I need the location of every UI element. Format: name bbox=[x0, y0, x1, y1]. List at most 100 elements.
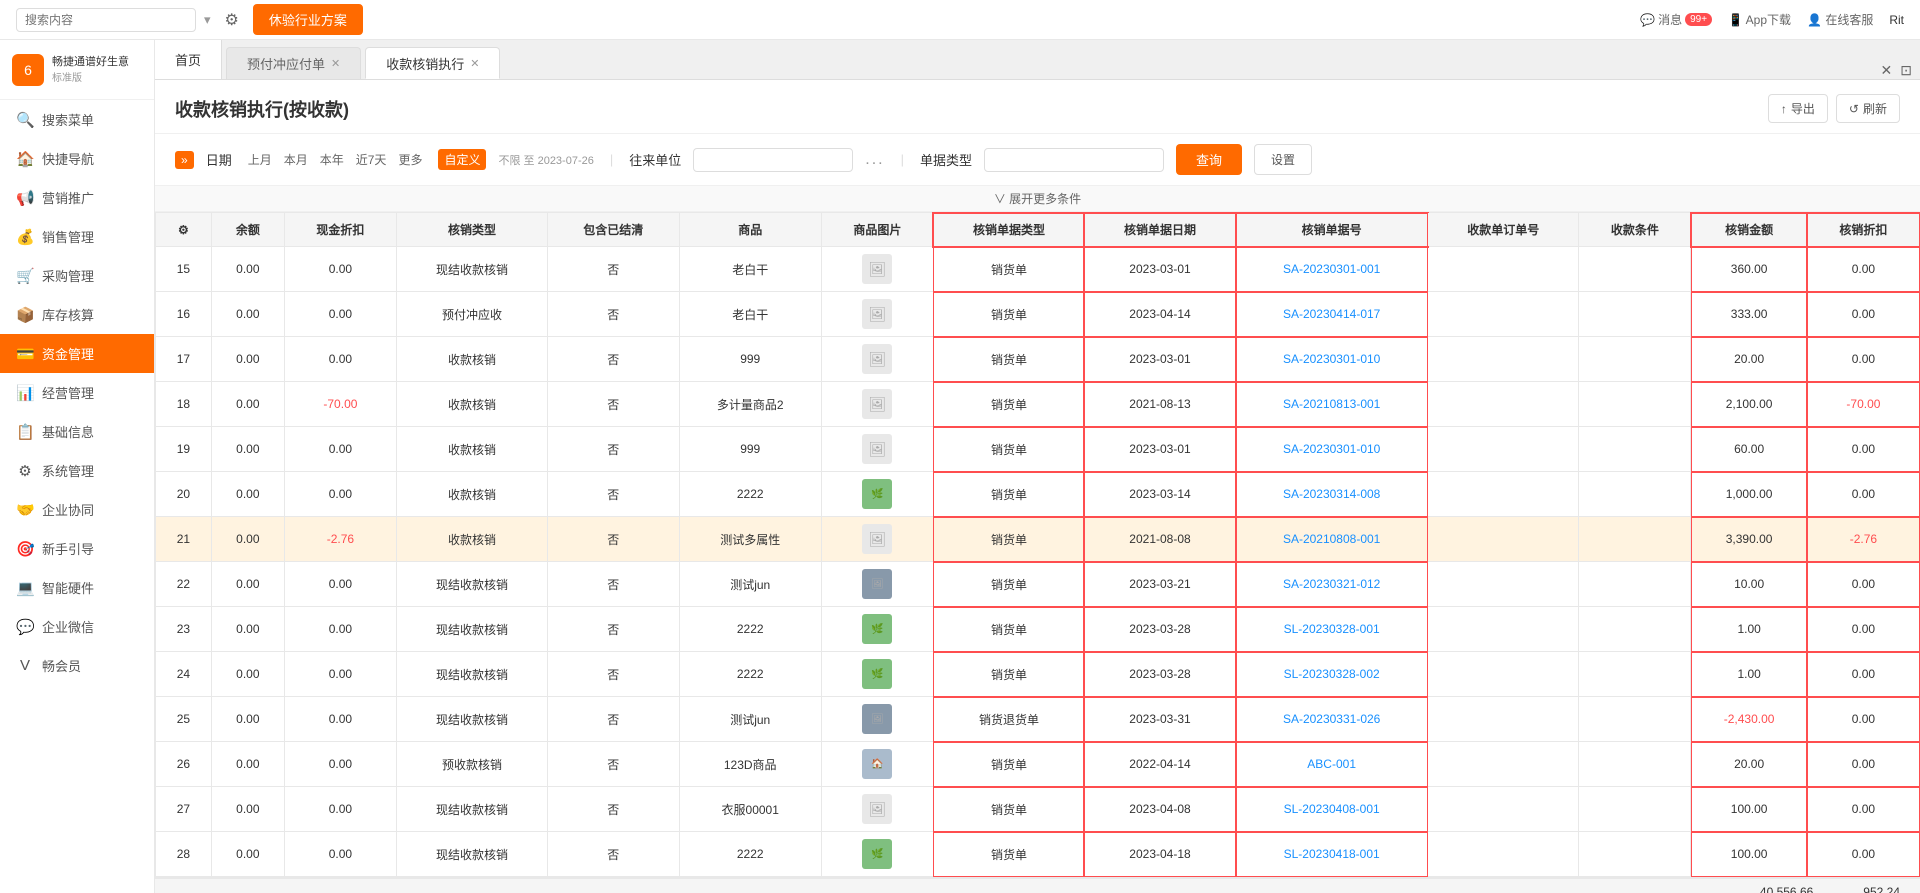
date-7days[interactable]: 近7天 bbox=[352, 149, 391, 170]
system-icon: ⚙ bbox=[16, 462, 34, 480]
date-last-month[interactable]: 上月 bbox=[244, 149, 276, 170]
cell-writeoff-type: 预付冲应收 bbox=[396, 292, 547, 337]
doc-no-link[interactable]: ABC-001 bbox=[1307, 757, 1356, 771]
cell-writeoff-amount: 100.00 bbox=[1691, 787, 1807, 832]
refresh-button[interactable]: ↺ 刷新 bbox=[1836, 94, 1900, 123]
doc-no-link[interactable]: SA-20230414-017 bbox=[1283, 307, 1380, 321]
cell-writeoff-type: 预收款核销 bbox=[396, 742, 547, 787]
message-section[interactable]: 💬 消息 99+ bbox=[1640, 11, 1712, 28]
cell-balance: 0.00 bbox=[211, 607, 284, 652]
cell-writeoff-discount: -2.76 bbox=[1807, 517, 1919, 562]
table-area: ⚙ 余额 现金折扣 核销类型 包含已结清 商品 商品图片 核销单据类型 核销单据… bbox=[155, 212, 1920, 893]
cell-include-settled: 否 bbox=[547, 697, 679, 742]
sidebar-item-hardware[interactable]: 💻智能硬件 bbox=[0, 568, 154, 607]
cell-writeoff-type: 收款核销 bbox=[396, 337, 547, 382]
sidebar-item-operation[interactable]: 📊经营管理 bbox=[0, 373, 154, 412]
settings-button[interactable]: 设置 bbox=[1254, 144, 1312, 175]
cell-writeoff-amount: 360.00 bbox=[1691, 247, 1807, 292]
doc-no-link[interactable]: SL-20230328-002 bbox=[1284, 667, 1380, 681]
solution-button[interactable]: 休验行业方案 bbox=[253, 4, 363, 35]
cell-cash-discount: 0.00 bbox=[284, 247, 396, 292]
tab-collection-close[interactable]: ✕ bbox=[470, 57, 479, 70]
doc-no-link[interactable]: SA-20230314-008 bbox=[1283, 487, 1380, 501]
sidebar-item-marketing[interactable]: 📢营销推广 bbox=[0, 178, 154, 217]
cell-receipt-order-no bbox=[1428, 247, 1579, 292]
app-download-link[interactable]: 📱 App下载 bbox=[1728, 11, 1791, 28]
tab-collection[interactable]: 收款核销执行 ✕ bbox=[365, 47, 500, 79]
tab-prepay-close[interactable]: ✕ bbox=[331, 57, 340, 70]
sidebar-item-system[interactable]: ⚙系统管理 bbox=[0, 451, 154, 490]
cell-doc-no: SA-20230301-010 bbox=[1236, 337, 1428, 382]
date-more[interactable]: 更多 bbox=[394, 149, 426, 170]
table-row: 28 0.00 0.00 现结收款核销 否 2222 🌿 销货单 2023-04… bbox=[156, 832, 1920, 877]
date-this-month[interactable]: 本月 bbox=[280, 149, 312, 170]
table-row: 17 0.00 0.00 收款核销 否 999 🖼 销货单 2023-03-01… bbox=[156, 337, 1920, 382]
cell-doc-no: SA-20230301-001 bbox=[1236, 247, 1428, 292]
filter-separator-2: | bbox=[901, 152, 904, 167]
doc-no-link[interactable]: SA-20210808-001 bbox=[1283, 532, 1380, 546]
sidebar-item-sales[interactable]: 💰销售管理 bbox=[0, 217, 154, 256]
cell-balance: 0.00 bbox=[211, 517, 284, 562]
filter-unit-input[interactable] bbox=[693, 148, 853, 172]
sidebar-item-purchase[interactable]: 🛒采购管理 bbox=[0, 256, 154, 295]
filter-receipt-type-select[interactable] bbox=[984, 148, 1164, 172]
filter-expand-button[interactable]: » bbox=[175, 151, 194, 169]
doc-no-link[interactable]: SL-20230418-001 bbox=[1284, 847, 1380, 861]
doc-no-link[interactable]: SL-20230408-001 bbox=[1284, 802, 1380, 816]
cell-id: 25 bbox=[156, 697, 212, 742]
cell-writeoff-type: 现结收款核销 bbox=[396, 697, 547, 742]
cell-receipt-order-no bbox=[1428, 652, 1579, 697]
corp-icon: 🤝 bbox=[16, 501, 34, 519]
sidebar-item-search[interactable]: 🔍搜索菜单 bbox=[0, 100, 154, 139]
col-goods-image: 商品图片 bbox=[821, 213, 933, 247]
page-actions: ↑ 导出 ↺ 刷新 bbox=[1768, 94, 1900, 123]
tab-expand-btn[interactable]: ⊡ bbox=[1900, 62, 1912, 79]
sidebar-item-finance[interactable]: 💳资金管理 bbox=[0, 334, 154, 373]
cell-doc-type: 销货单 bbox=[933, 382, 1084, 427]
date-this-year[interactable]: 本年 bbox=[316, 149, 348, 170]
tab-prepay[interactable]: 预付冲应付单 ✕ bbox=[226, 47, 361, 79]
refresh-icon: ↺ bbox=[1849, 102, 1859, 116]
doc-no-link[interactable]: SA-20210813-001 bbox=[1283, 397, 1380, 411]
doc-no-link[interactable]: SL-20230328-001 bbox=[1284, 622, 1380, 636]
doc-no-link[interactable]: SA-20230301-010 bbox=[1283, 352, 1380, 366]
doc-no-link[interactable]: SA-20230301-010 bbox=[1283, 442, 1380, 456]
sidebar-item-basic[interactable]: 📋基础信息 bbox=[0, 412, 154, 451]
cell-doc-no: ABC-001 bbox=[1236, 742, 1428, 787]
cell-doc-no: SA-20230331-026 bbox=[1236, 697, 1428, 742]
sidebar-item-member[interactable]: V畅会员 bbox=[0, 646, 154, 685]
query-button[interactable]: 查询 bbox=[1176, 144, 1242, 175]
cell-doc-date: 2021-08-13 bbox=[1084, 382, 1235, 427]
total-discount: 952.24 bbox=[1863, 885, 1900, 893]
expand-more-bar[interactable]: ∨ 展开更多条件 bbox=[155, 186, 1920, 212]
sidebar-item-inventory[interactable]: 📦库存核算 bbox=[0, 295, 154, 334]
doc-no-link[interactable]: SA-20230321-012 bbox=[1283, 577, 1380, 591]
logo-text-block: 畅捷通谱好生意 标准版 bbox=[52, 55, 129, 84]
sidebar-item-guide[interactable]: 🎯新手引导 bbox=[0, 529, 154, 568]
cell-doc-date: 2023-03-01 bbox=[1084, 427, 1235, 472]
search-input[interactable] bbox=[16, 8, 196, 32]
tab-home[interactable]: 首页 bbox=[155, 40, 222, 79]
filter-bar: » 日期 上月 本月 本年 近7天 更多 自定义 不限 至 2023-07-26… bbox=[155, 134, 1920, 186]
date-custom-button[interactable]: 自定义 bbox=[438, 149, 486, 170]
filter-unit-dots: ... bbox=[865, 151, 884, 169]
doc-no-link[interactable]: SA-20230331-026 bbox=[1283, 712, 1380, 726]
operation-icon: 📊 bbox=[16, 384, 34, 402]
cell-receipt-order-no bbox=[1428, 787, 1579, 832]
cell-goods: 2222 bbox=[679, 832, 821, 877]
cell-doc-type: 销货单 bbox=[933, 472, 1084, 517]
logo-name: 畅捷通谱好生意 bbox=[52, 55, 129, 69]
online-service-link[interactable]: 👤 在线客服 bbox=[1807, 11, 1873, 28]
cell-doc-date: 2023-03-28 bbox=[1084, 607, 1235, 652]
cell-cash-discount: 0.00 bbox=[284, 292, 396, 337]
sidebar-item-nav[interactable]: 🏠快捷导航 bbox=[0, 139, 154, 178]
export-button[interactable]: ↑ 导出 bbox=[1768, 94, 1828, 123]
sidebar-item-corp[interactable]: 🤝企业协同 bbox=[0, 490, 154, 529]
finance-icon: 💳 bbox=[16, 345, 34, 363]
settings-icon[interactable]: ⚙ bbox=[219, 10, 245, 30]
tab-close-btn[interactable]: ✕ bbox=[1881, 62, 1893, 79]
col-settings[interactable]: ⚙ bbox=[156, 213, 212, 247]
cell-cash-discount: 0.00 bbox=[284, 832, 396, 877]
doc-no-link[interactable]: SA-20230301-001 bbox=[1283, 262, 1380, 276]
sidebar-item-wechat[interactable]: 💬企业微信 bbox=[0, 607, 154, 646]
